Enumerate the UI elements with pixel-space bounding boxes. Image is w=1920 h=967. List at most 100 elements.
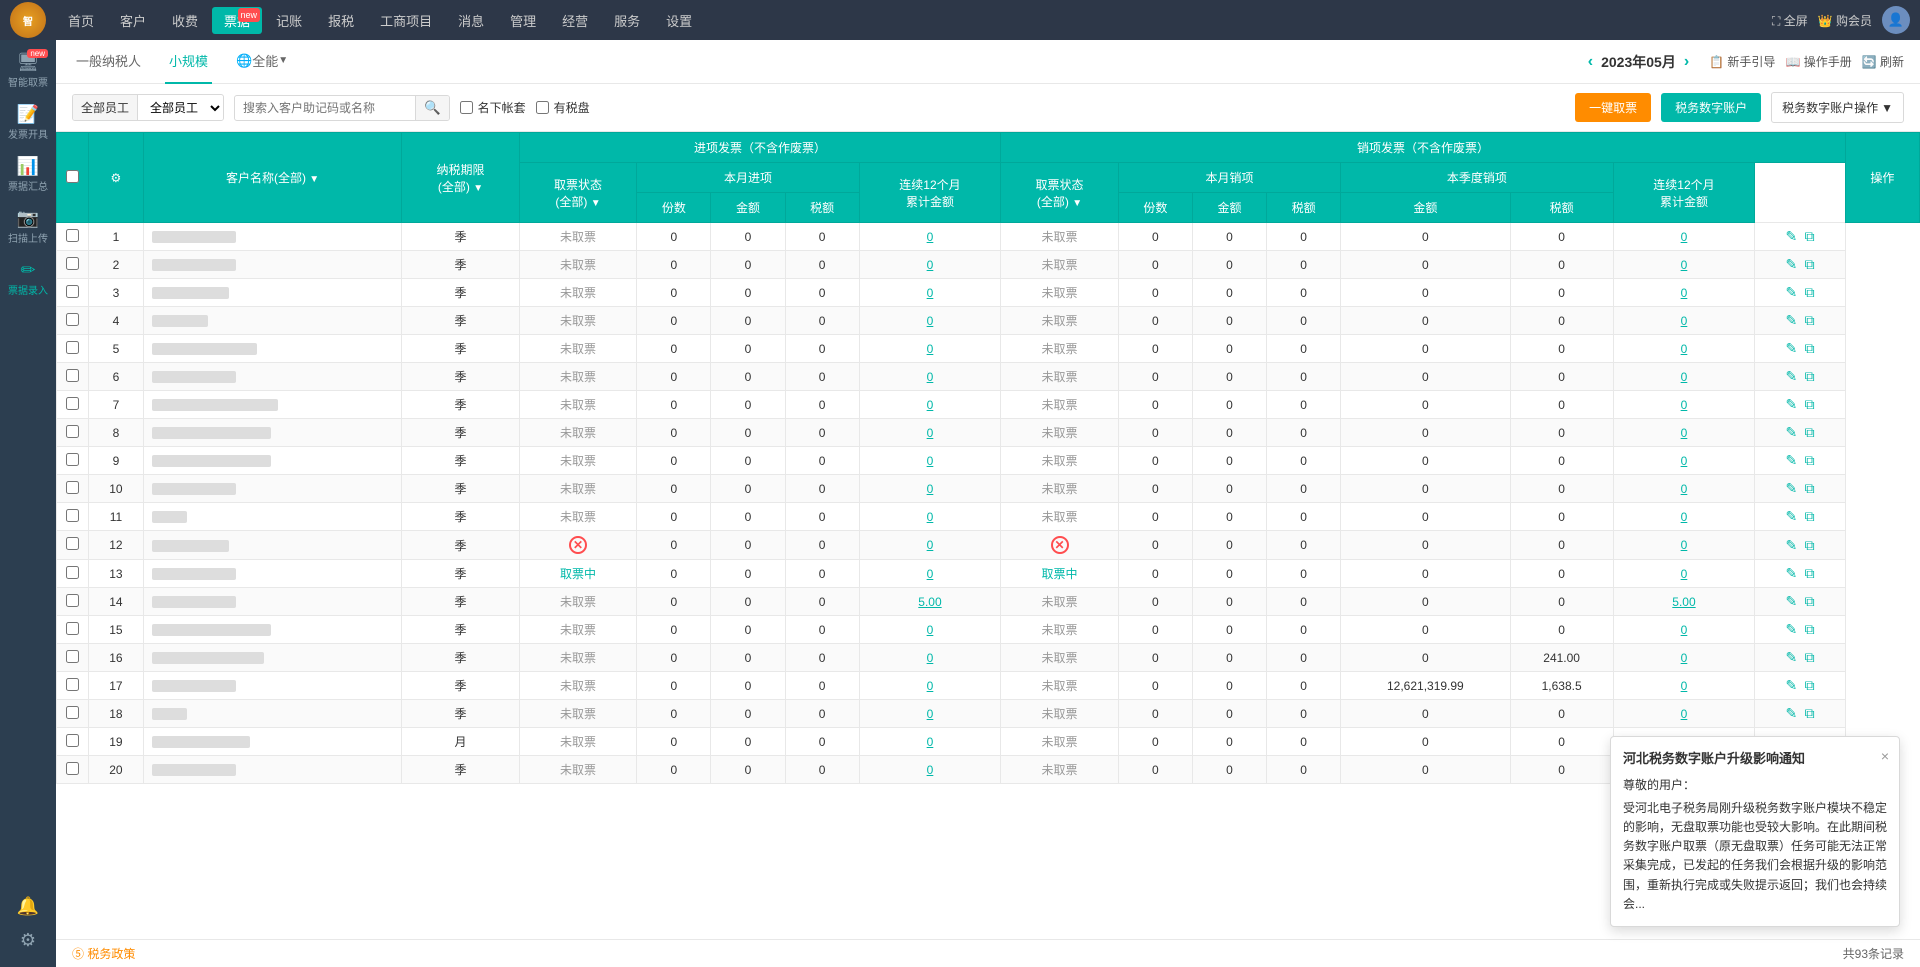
sidebar-item-scan-upload[interactable]: 📷 扫描上传 [0,201,56,253]
search-button[interactable]: 🔍 [415,96,449,120]
row-checkbox[interactable] [66,397,79,410]
row-checkbox[interactable] [66,762,79,775]
prev-month-btn[interactable]: ‹ [1588,53,1593,71]
edit-btn[interactable]: ✎ [1785,565,1797,581]
one-key-ticket-btn[interactable]: 一键取票 [1575,93,1651,122]
cum12-in-link[interactable]: 0 [927,623,934,637]
copy-btn[interactable]: ⧉ [1805,256,1815,272]
next-month-btn[interactable]: › [1684,53,1689,71]
employee-select[interactable]: 全部员工 [138,96,223,120]
cum12-out-link[interactable]: 0 [1681,679,1688,693]
cum12-out-link[interactable]: 0 [1681,426,1688,440]
row-checkbox[interactable] [66,566,79,579]
vip-btn[interactable]: 👑 购会员 [1818,12,1872,29]
sidebar-item-notification[interactable]: 🔔 [13,889,43,923]
edit-btn[interactable]: ✎ [1785,396,1797,412]
nav-home[interactable]: 首页 [56,7,106,34]
row-checkbox[interactable] [66,481,79,494]
nav-settings[interactable]: 设置 [654,7,704,34]
sidebar-item-ticket-summary[interactable]: 📊 票据汇总 [0,149,56,201]
select-all-checkbox[interactable] [66,170,79,183]
copy-btn[interactable]: ⧉ [1805,677,1815,693]
edit-btn[interactable]: ✎ [1785,649,1797,665]
cum12-out-link[interactable]: 0 [1681,230,1688,244]
edit-btn[interactable]: ✎ [1785,593,1797,609]
cum12-in-link[interactable]: 0 [927,342,934,356]
cum12-in-link[interactable]: 0 [927,763,934,777]
cum12-out-link[interactable]: 5.00 [1672,595,1695,609]
sidebar-item-invoice-open[interactable]: 📝 发票开具 [0,97,56,149]
row-checkbox[interactable] [66,594,79,607]
copy-btn[interactable]: ⧉ [1805,621,1815,637]
row-checkbox[interactable] [66,229,79,242]
row-checkbox[interactable] [66,734,79,747]
cum12-out-link[interactable]: 0 [1681,707,1688,721]
nav-business[interactable]: 工商项目 [368,7,444,34]
tax-digital-account-btn[interactable]: 税务数字账户 [1661,93,1761,122]
copy-btn[interactable]: ⧉ [1805,508,1815,524]
cum12-in-link[interactable]: 5.00 [918,595,941,609]
cum12-out-link[interactable]: 0 [1681,454,1688,468]
nav-tax[interactable]: 报税 [316,7,366,34]
cum12-out-link[interactable]: 0 [1681,370,1688,384]
cum12-out-link[interactable]: 0 [1681,510,1688,524]
edit-btn[interactable]: ✎ [1785,677,1797,693]
cum12-out-link[interactable]: 0 [1681,482,1688,496]
cum12-out-link[interactable]: 0 [1681,567,1688,581]
row-checkbox[interactable] [66,650,79,663]
cum12-in-link[interactable]: 0 [927,258,934,272]
cum12-in-link[interactable]: 0 [927,510,934,524]
copy-btn[interactable]: ⧉ [1805,565,1815,581]
cum12-out-link[interactable]: 0 [1681,398,1688,412]
edit-btn[interactable]: ✎ [1785,228,1797,244]
cum12-out-link[interactable]: 0 [1681,651,1688,665]
cum12-in-link[interactable]: 0 [927,230,934,244]
tax-digital-account-op-btn[interactable]: 税务数字账户操作 ▼ [1771,92,1904,123]
edit-btn[interactable]: ✎ [1785,368,1797,384]
row-checkbox[interactable] [66,285,79,298]
copy-btn[interactable]: ⧉ [1805,424,1815,440]
cum12-in-link[interactable]: 0 [927,707,934,721]
cum12-out-link[interactable]: 0 [1681,342,1688,356]
cum12-in-link[interactable]: 0 [927,286,934,300]
cum12-out-link[interactable]: 0 [1681,258,1688,272]
row-checkbox[interactable] [66,453,79,466]
cum12-in-link[interactable]: 0 [927,370,934,384]
row-checkbox[interactable] [66,313,79,326]
nav-messages[interactable]: 消息 [446,7,496,34]
cum12-in-link[interactable]: 0 [927,454,934,468]
tax-policy-btn[interactable]: ⑤ 税务政策 [72,945,135,962]
cum12-in-link[interactable]: 0 [927,567,934,581]
sidebar-item-smart-ticket[interactable]: 🖥 智能取票 new [0,45,56,97]
copy-btn[interactable]: ⧉ [1805,593,1815,609]
edit-btn[interactable]: ✎ [1785,508,1797,524]
nav-services[interactable]: 服务 [602,7,652,34]
edit-btn[interactable]: ✎ [1785,284,1797,300]
search-input[interactable] [235,97,415,119]
edit-btn[interactable]: ✎ [1785,424,1797,440]
row-checkbox[interactable] [66,425,79,438]
copy-btn[interactable]: ⧉ [1805,452,1815,468]
edit-btn[interactable]: ✎ [1785,621,1797,637]
sidebar-item-ticket-entry[interactable]: ✏ 票据录入 [0,253,56,305]
cum12-in-link[interactable]: 0 [927,314,934,328]
manual-btn[interactable]: 📖 操作手册 [1785,53,1851,70]
copy-btn[interactable]: ⧉ [1805,396,1815,412]
row-checkbox[interactable] [66,537,79,550]
cum12-out-link[interactable]: 0 [1681,286,1688,300]
copy-btn[interactable]: ⧉ [1805,649,1815,665]
cum12-out-link[interactable]: 0 [1681,623,1688,637]
refresh-btn[interactable]: 🔄 刷新 [1862,53,1904,70]
cum12-in-link[interactable]: 0 [927,538,934,552]
row-checkbox[interactable] [66,706,79,719]
tab-small-scale[interactable]: 小规模 [165,40,212,84]
cum12-in-link[interactable]: 0 [927,482,934,496]
nav-accounting[interactable]: 记账 [264,7,314,34]
copy-btn[interactable]: ⧉ [1805,228,1815,244]
notification-close-btn[interactable]: × [1881,745,1889,767]
checkbox-has-tax-disk-input[interactable] [536,101,549,114]
copy-btn[interactable]: ⧉ [1805,312,1815,328]
tab-all[interactable]: 🌐 全能 ▼ [232,40,292,84]
cum12-in-link[interactable]: 0 [927,398,934,412]
row-checkbox[interactable] [66,341,79,354]
